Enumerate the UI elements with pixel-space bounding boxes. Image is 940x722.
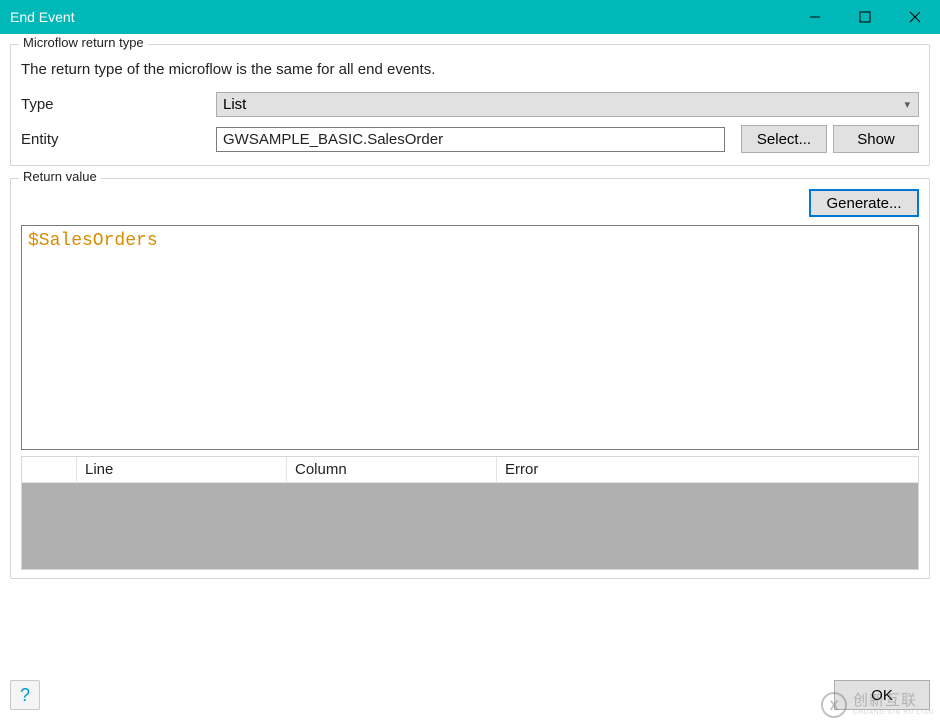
- return-value-group: Return value Generate... $SalesOrders Li…: [10, 178, 930, 579]
- maximize-button[interactable]: [840, 0, 890, 34]
- chevron-down-icon: ▾: [904, 98, 910, 111]
- close-button[interactable]: [890, 0, 940, 34]
- type-value: List: [223, 96, 246, 113]
- return-type-description: The return type of the microflow is the …: [21, 61, 919, 78]
- minimize-icon: [809, 11, 821, 23]
- type-dropdown[interactable]: List ▾: [216, 92, 919, 117]
- error-table-header: Line Column Error: [22, 457, 918, 483]
- entity-value: GWSAMPLE_BASIC.SalesOrder: [223, 131, 443, 148]
- bottom-bar: ? OK: [0, 676, 940, 722]
- minimize-button[interactable]: [790, 0, 840, 34]
- return-value-legend: Return value: [19, 169, 101, 184]
- error-table-body: [22, 483, 918, 569]
- entity-row: Entity GWSAMPLE_BASIC.SalesOrder Select.…: [21, 125, 919, 153]
- maximize-icon: [859, 11, 871, 23]
- error-table: Line Column Error: [21, 456, 919, 570]
- show-entity-button[interactable]: Show: [833, 125, 919, 153]
- titlebar-controls: [790, 0, 940, 34]
- error-col-column[interactable]: Column: [287, 457, 497, 483]
- type-row: Type List ▾: [21, 92, 919, 117]
- expression-text: $SalesOrders: [28, 231, 158, 251]
- help-icon: ?: [20, 685, 30, 706]
- return-type-group: Microflow return type The return type of…: [10, 44, 930, 166]
- entity-label: Entity: [21, 131, 216, 148]
- expression-editor[interactable]: $SalesOrders: [21, 225, 919, 450]
- return-type-legend: Microflow return type: [19, 35, 148, 50]
- ok-button[interactable]: OK: [834, 680, 930, 710]
- error-col-error[interactable]: Error: [497, 457, 918, 483]
- generate-button[interactable]: Generate...: [809, 189, 919, 217]
- help-button[interactable]: ?: [10, 680, 40, 710]
- select-entity-button[interactable]: Select...: [741, 125, 827, 153]
- error-col-line[interactable]: Line: [77, 457, 287, 483]
- entity-input[interactable]: GWSAMPLE_BASIC.SalesOrder: [216, 127, 725, 152]
- error-col-blank[interactable]: [22, 457, 77, 483]
- close-icon: [908, 10, 922, 24]
- type-label: Type: [21, 96, 216, 113]
- titlebar: End Event: [0, 0, 940, 34]
- content-area: Microflow return type The return type of…: [0, 34, 940, 597]
- window-title: End Event: [10, 9, 790, 25]
